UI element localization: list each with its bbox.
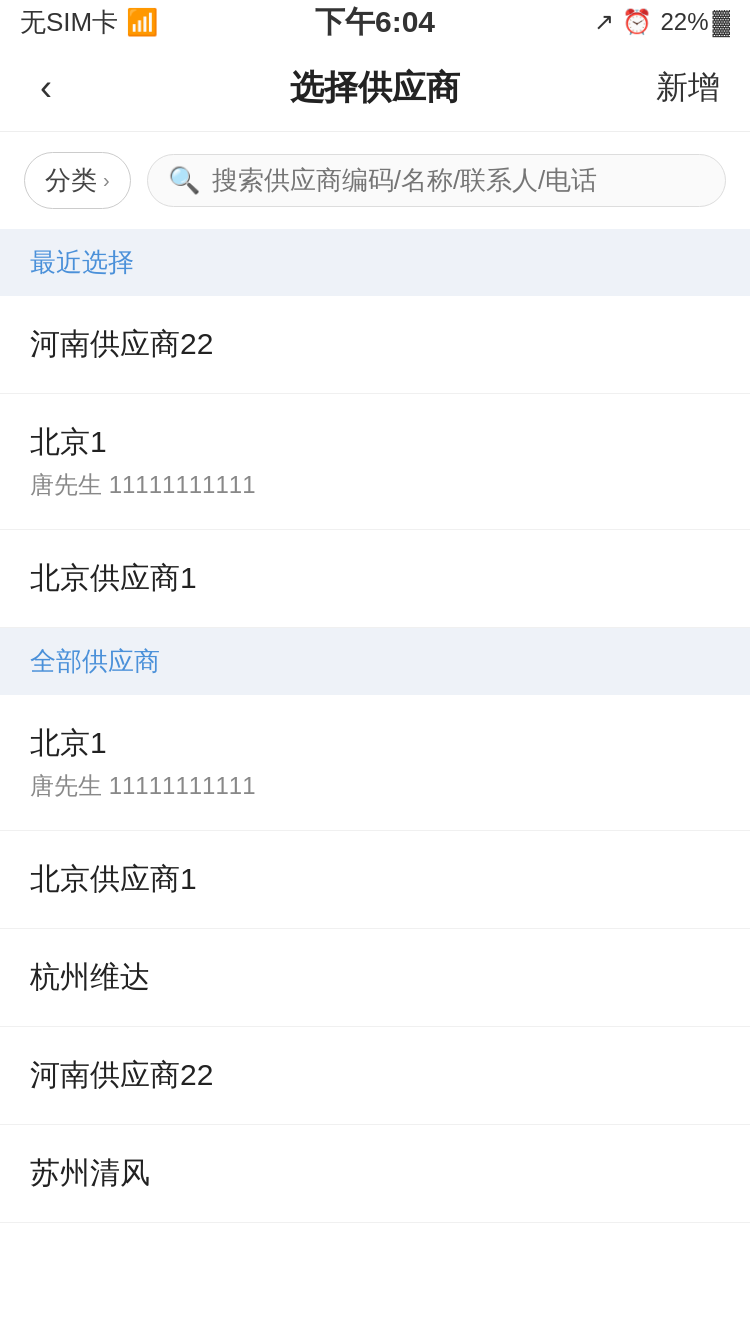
item-name: 杭州维达	[30, 957, 720, 998]
page-title: 选择供应商	[290, 65, 460, 111]
item-sub: 唐先生 11111111111	[30, 469, 720, 501]
category-button[interactable]: 分类 ›	[24, 152, 131, 209]
list-item[interactable]: 杭州维达	[0, 929, 750, 1027]
all-list: 北京1 唐先生 11111111111 北京供应商1 杭州维达河南供应商22 苏州清风	[0, 695, 750, 1223]
chevron-right-icon: ›	[103, 169, 110, 192]
list-item[interactable]: 河南供应商22	[0, 1027, 750, 1125]
add-button[interactable]: 新增	[656, 66, 720, 110]
back-button[interactable]: ‹	[30, 57, 62, 119]
item-sub: 唐先生 11111111111	[30, 770, 720, 802]
status-time: 下午6:04	[315, 2, 435, 43]
recent-section-header: 最近选择	[0, 229, 750, 296]
item-name: 北京供应商1	[30, 558, 720, 599]
list-item[interactable]: 北京供应商1	[0, 530, 750, 628]
item-name: 北京1	[30, 723, 720, 764]
recent-list: 河南供应商22 北京1 唐先生 11111111111 北京供应商1	[0, 296, 750, 628]
item-name: 北京供应商1	[30, 859, 720, 900]
list-item[interactable]: 北京1 唐先生 11111111111	[0, 695, 750, 831]
item-name: 苏州清风	[30, 1153, 720, 1194]
list-item[interactable]: 北京供应商1	[0, 831, 750, 929]
all-section-header: 全部供应商	[0, 628, 750, 695]
list-item[interactable]: 河南供应商22	[0, 296, 750, 394]
filter-bar: 分类 › 🔍	[0, 132, 750, 229]
location-icon: ↗	[594, 8, 614, 36]
status-right: ↗ ⏰ 22% ▓	[594, 8, 730, 36]
list-item[interactable]: 苏州清风	[0, 1125, 750, 1223]
battery-icon: 22% ▓	[660, 8, 730, 36]
list-item[interactable]: 北京1 唐先生 11111111111	[0, 394, 750, 530]
status-left: 无SIM卡 📶	[20, 5, 158, 40]
category-label: 分类	[45, 163, 97, 198]
wifi-icon: 📶	[126, 7, 158, 38]
sim-text: 无SIM卡	[20, 5, 118, 40]
search-box: 🔍	[147, 154, 726, 207]
battery-bar: ▓	[713, 8, 731, 36]
item-name: 河南供应商22	[30, 324, 720, 365]
status-bar: 无SIM卡 📶 下午6:04 ↗ ⏰ 22% ▓	[0, 0, 750, 44]
item-name: 河南供应商22	[30, 1055, 720, 1096]
alarm-icon: ⏰	[622, 8, 652, 36]
item-name: 北京1	[30, 422, 720, 463]
nav-bar: ‹ 选择供应商 新增	[0, 44, 750, 132]
search-icon: 🔍	[168, 165, 200, 196]
search-input[interactable]	[212, 165, 705, 196]
